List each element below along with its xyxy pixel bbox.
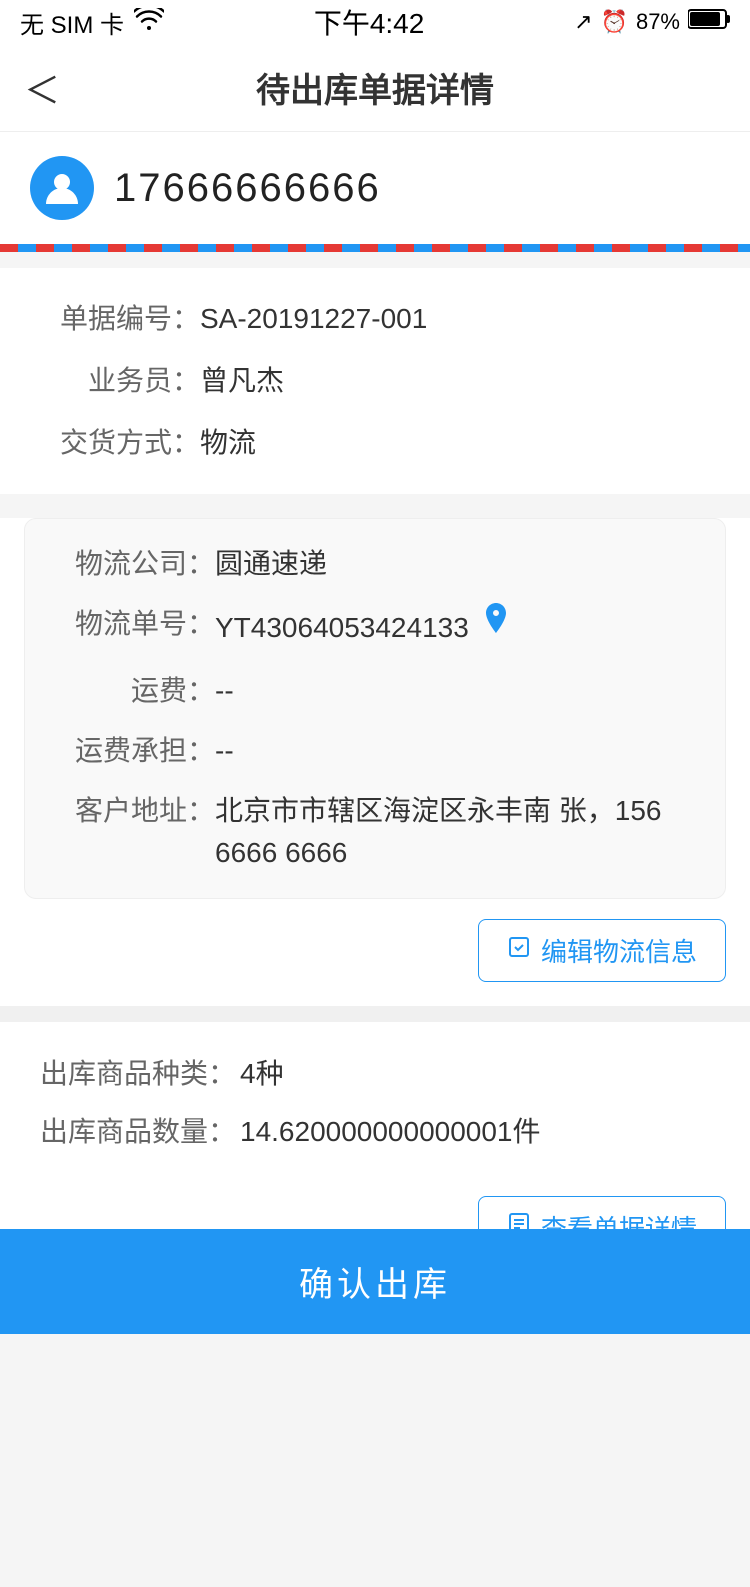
edit-btn-row: 编辑物流信息: [0, 899, 750, 1006]
delivery-row: 交货方式： 物流: [40, 422, 710, 464]
page-title: 待出库单据详情: [256, 63, 494, 112]
logistics-freight-value: --: [215, 670, 695, 712]
logistics-freight-bearer-value: --: [215, 730, 695, 772]
battery-icon: [688, 8, 730, 36]
salesman-value: 曾凡杰: [200, 360, 710, 402]
edit-logistics-button[interactable]: 编辑物流信息: [478, 919, 726, 982]
location-icon[interactable]: [481, 603, 511, 652]
status-right: ↗ ⏰ 87%: [574, 8, 730, 36]
logistics-company-label: 物流公司：: [55, 543, 215, 585]
logistics-address-label: 客户地址：: [55, 790, 215, 832]
goods-quantity-value: 14.620000000000001件: [240, 1110, 710, 1150]
edit-btn-label: 编辑物流信息: [541, 932, 697, 969]
logistics-company-value: 圆通速递: [215, 543, 695, 585]
logistics-tracking-label: 物流单号：: [55, 603, 215, 645]
wifi-icon: [134, 8, 164, 37]
logistics-company-row: 物流公司： 圆通速递: [55, 543, 695, 585]
goods-quantity-row: 出库商品数量： 14.620000000000001件: [40, 1110, 710, 1150]
back-button[interactable]: ＜: [24, 62, 60, 114]
user-section: 17666666666: [0, 132, 750, 244]
confirm-btn-container: 确认出库: [0, 1229, 750, 1334]
nav-bar: ＜ 待出库单据详情: [0, 44, 750, 132]
logistics-wrapper: 物流公司： 圆通速递 物流单号： YT43064053424133 运费： --: [0, 518, 750, 1006]
delivery-label: 交货方式：: [40, 422, 200, 464]
location-status-icon: ↗: [574, 9, 592, 35]
edit-icon: [507, 935, 531, 966]
battery-text: 87%: [636, 9, 680, 35]
document-number-value: SA-20191227-001: [200, 298, 710, 340]
status-bar: 无 SIM 卡 下午4:42 ↗ ⏰ 87%: [0, 0, 750, 44]
document-info-section: 单据编号： SA-20191227-001 业务员： 曾凡杰 交货方式： 物流: [0, 268, 750, 494]
goods-types-label: 出库商品种类：: [40, 1052, 240, 1092]
carrier-text: 无 SIM 卡: [20, 5, 124, 40]
delivery-value: 物流: [200, 422, 710, 464]
user-phone: 17666666666: [114, 166, 381, 211]
logistics-tracking-value: YT43064053424133: [215, 603, 695, 652]
document-number-label: 单据编号：: [40, 298, 200, 340]
logistics-freight-label: 运费：: [55, 670, 215, 712]
logistics-card: 物流公司： 圆通速递 物流单号： YT43064053424133 运费： --: [24, 518, 726, 899]
alarm-icon: ⏰: [601, 9, 628, 35]
document-number-row: 单据编号： SA-20191227-001: [40, 298, 710, 340]
confirm-button[interactable]: 确认出库: [0, 1257, 750, 1306]
salesman-row: 业务员： 曾凡杰: [40, 360, 710, 402]
logistics-freight-bearer-label: 运费承担：: [55, 730, 215, 772]
dashed-line: [0, 244, 750, 252]
goods-types-value: 4种: [240, 1052, 710, 1092]
status-left: 无 SIM 卡: [20, 5, 164, 40]
logistics-address-value: 北京市市辖区海淀区永丰南 张，156 6666 6666: [215, 790, 695, 874]
logistics-address-row: 客户地址： 北京市市辖区海淀区永丰南 张，156 6666 6666: [55, 790, 695, 874]
user-avatar: [30, 156, 94, 220]
time-text: 下午4:42: [314, 2, 425, 42]
salesman-label: 业务员：: [40, 360, 200, 402]
logistics-tracking-row: 物流单号： YT43064053424133: [55, 603, 695, 652]
quantity-section: 出库商品种类： 4种 出库商品数量： 14.620000000000001件: [0, 1022, 750, 1180]
goods-types-row: 出库商品种类： 4种: [40, 1052, 710, 1092]
separator: [0, 1006, 750, 1022]
logistics-freight-row: 运费： --: [55, 670, 695, 712]
goods-quantity-label: 出库商品数量：: [40, 1110, 240, 1150]
logistics-freight-bearer-row: 运费承担： --: [55, 730, 695, 772]
